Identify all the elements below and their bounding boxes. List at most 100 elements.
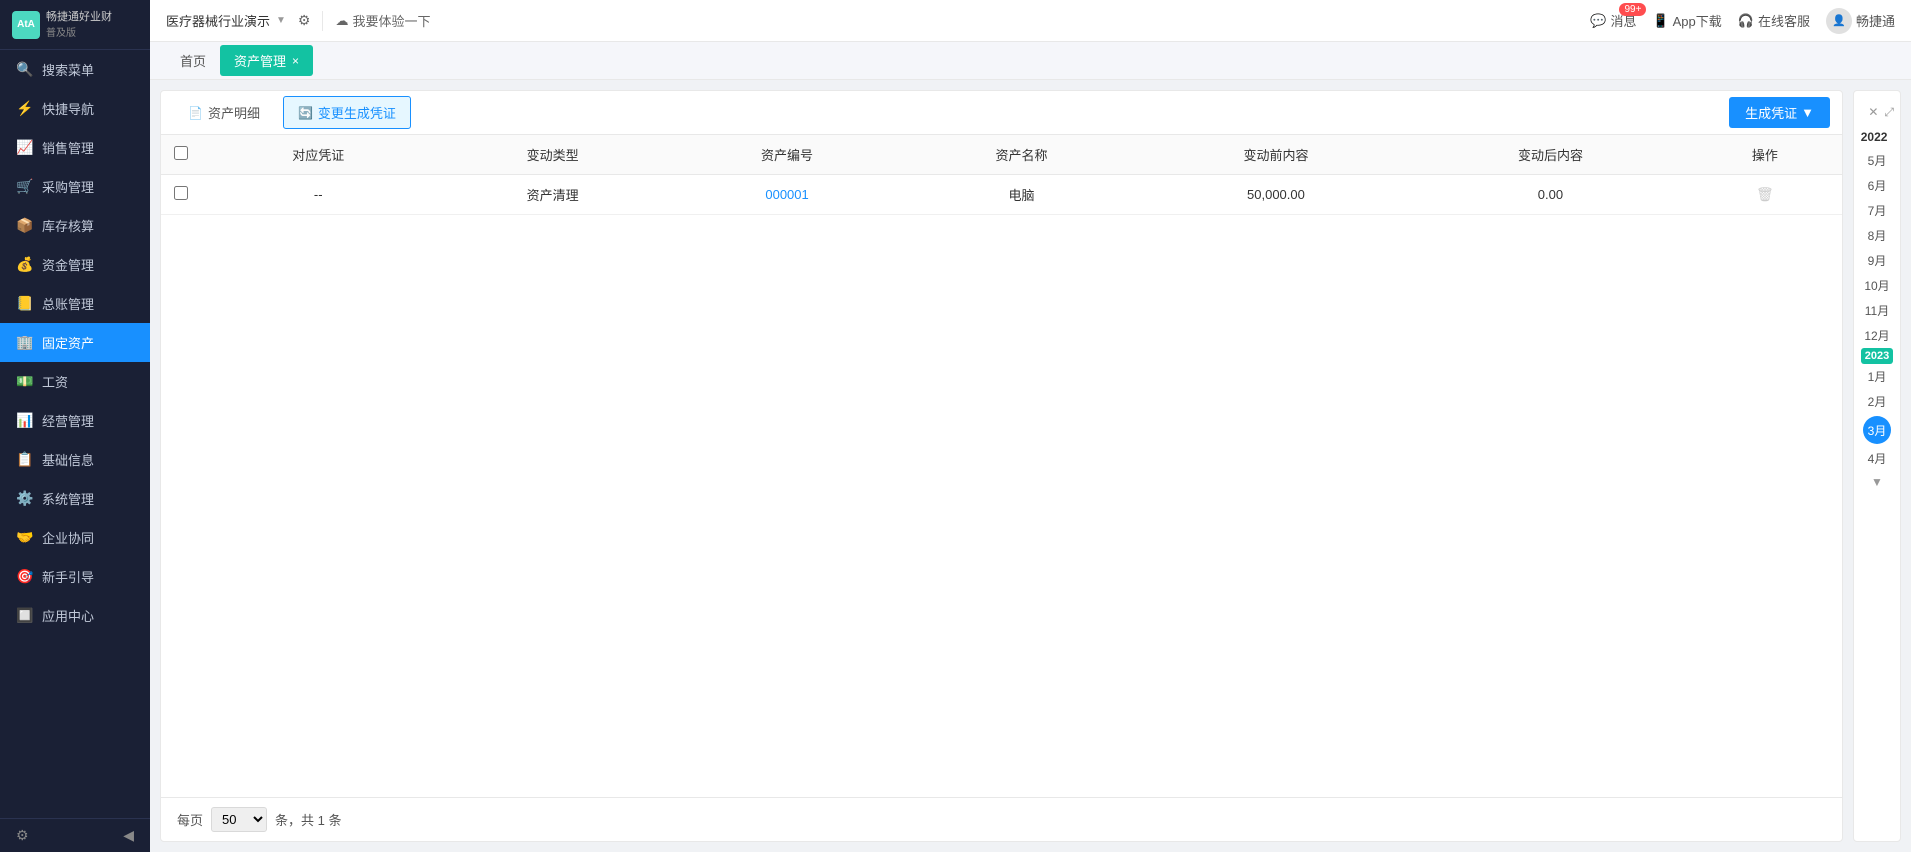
content-main: 📄 资产明细 🔄 变更生成凭证 生成凭证 ▼ (160, 90, 1843, 842)
sidebar-item-inventory[interactable]: 📦库存核算 (0, 206, 150, 245)
col-after: 变动后内容 (1413, 135, 1688, 175)
right-panel: ✕ ⤢ 20225月6月7月8月9月10月11月12月20231月2月3月4月 … (1853, 90, 1901, 842)
sidebar-item-quick-nav[interactable]: ⚡ 快捷导航 (0, 89, 150, 128)
row-change-type: 资产清理 (435, 175, 669, 215)
topbar-divider (322, 11, 323, 31)
month-item-2022-10月[interactable]: 10月 (1861, 273, 1893, 298)
month-item-2023-4月[interactable]: 4月 (1861, 446, 1893, 471)
sidebar: AtA 畅捷通好业财 普及版 🔍搜索菜单 ⚡ 快捷导航 📈 销售管理 🛒采购管理📦库存核算… (0, 0, 150, 852)
ledger-icon: 📒 (16, 295, 34, 312)
close-panel-icon[interactable]: ✕ (1866, 103, 1880, 122)
quick-nav-icon: ⚡ (16, 100, 34, 117)
app-download-icon: 📱 (1652, 13, 1668, 29)
sidebar-label-ledger: 总账管理 (42, 294, 94, 313)
cooperation-icon: 🤝 (16, 529, 34, 546)
user-profile[interactable]: 👤 畅捷通 (1826, 8, 1895, 34)
collapse-icon[interactable]: ◀ (123, 827, 134, 844)
avatar: 👤 (1826, 8, 1852, 34)
sidebar-item-app-center[interactable]: 🔲应用中心 (0, 596, 150, 635)
sidebar-label-system: 系统管理 (42, 489, 94, 508)
month-item-2022-12月[interactable]: 12月 (1861, 323, 1893, 348)
col-operation: 操作 (1688, 135, 1842, 175)
generate-voucher-button[interactable]: 生成凭证 ▼ (1729, 97, 1830, 128)
sidebar-label-sales: 销售管理 (42, 138, 94, 157)
sidebar-label-quick-nav: 快捷导航 (42, 99, 94, 118)
sub-tab-asset-detail[interactable]: 📄 资产明细 (173, 96, 275, 129)
month-item-2022-5月[interactable]: 5月 (1861, 148, 1893, 173)
sidebar-label-cooperation: 企业协同 (42, 528, 94, 547)
asset-detail-icon: 📄 (188, 106, 203, 120)
tab-asset-mgmt[interactable]: 资产管理 × (220, 45, 313, 76)
settings-bottom-icon[interactable]: ⚙ (16, 827, 29, 844)
sidebar-label-operations: 经营管理 (42, 411, 94, 430)
table-wrap: 对应凭证 变动类型 资产编号 资产名称 变动前内容 变动后内容 操作 -- (161, 135, 1842, 797)
main-area: 医疗器械行业演示 ▼ ⚙ ☁ 我要体验一下 💬 消息 99+ 📱 App下载 🎧… (150, 0, 1911, 852)
sub-tab-change-voucher[interactable]: 🔄 变更生成凭证 (283, 96, 411, 129)
experience-button[interactable]: ☁ 我要体验一下 (335, 11, 430, 30)
topbar-settings-icon[interactable]: ⚙ (298, 12, 311, 29)
col-asset-code: 资产编号 (670, 135, 904, 175)
sidebar-item-system[interactable]: ⚙️系统管理 (0, 479, 150, 518)
month-item-2022-7月[interactable]: 7月 (1861, 198, 1893, 223)
expand-panel-icon[interactable]: ⤢ (1882, 103, 1896, 122)
sidebar-label-guide: 新手引导 (42, 567, 94, 586)
service-icon: 🎧 (1738, 13, 1754, 29)
month-item-2023-1月[interactable]: 1月 (1861, 364, 1893, 389)
delete-row-icon[interactable]: 🗑 (1756, 186, 1774, 202)
sidebar-item-basic-info[interactable]: 📋基础信息 (0, 440, 150, 479)
dropdown-arrow-icon: ▼ (1801, 105, 1814, 120)
sidebar-label-salary: 工资 (42, 372, 68, 391)
per-page-select[interactable]: 50 20 100 (211, 807, 267, 832)
sidebar-item-purchase[interactable]: 🛒采购管理 (0, 167, 150, 206)
basic-info-icon: 📋 (16, 451, 34, 468)
company-name: 医疗器械行业演示 (166, 11, 270, 30)
month-list: 20225月6月7月8月9月10月11月12月20231月2月3月4月 (1861, 126, 1893, 471)
month-item-2023-3月[interactable]: 3月 (1863, 416, 1891, 444)
row-after: 0.00 (1413, 175, 1688, 215)
row-checkbox[interactable] (174, 186, 188, 200)
sidebar-item-fixed-assets[interactable]: 🏢 固定资产 (0, 323, 150, 362)
month-item-2023-2月[interactable]: 2月 (1861, 389, 1893, 414)
year-2023-label: 2023 (1861, 348, 1893, 364)
sidebar-item-salary[interactable]: 💵工资 (0, 362, 150, 401)
fixed-assets-icon: 🏢 (16, 334, 34, 351)
message-badge: 99+ (1619, 3, 1646, 16)
app-center-icon: 🔲 (16, 607, 34, 624)
month-item-2022-8月[interactable]: 8月 (1861, 223, 1893, 248)
tab-close-icon[interactable]: × (292, 54, 299, 68)
sidebar-item-sales[interactable]: 📈 销售管理 (0, 128, 150, 167)
sidebar-item-finance[interactable]: 💰资金管理 (0, 245, 150, 284)
select-all-cell (161, 135, 201, 175)
content-wrapper: 📄 资产明细 🔄 变更生成凭证 生成凭证 ▼ (150, 80, 1911, 852)
sidebar-item-operations[interactable]: 📊经营管理 (0, 401, 150, 440)
table-row: -- 资产清理 000001 电脑 50,000.00 0.00 🗑 (161, 175, 1842, 215)
tab-home[interactable]: 首页 (166, 45, 220, 76)
month-item-2022-9月[interactable]: 9月 (1861, 248, 1893, 273)
sidebar-item-cooperation[interactable]: 🤝 企业协同 (0, 518, 150, 557)
sidebar-logo: AtA 畅捷通好业财 普及版 (0, 0, 150, 50)
sales-icon: 📈 (16, 139, 34, 156)
logo-icon: AtA (12, 11, 40, 39)
app-download-action[interactable]: 📱 App下载 (1652, 11, 1721, 30)
row-checkbox-cell (161, 175, 201, 215)
sidebar-item-guide[interactable]: 🎯新手引导 (0, 557, 150, 596)
month-item-2022-11月[interactable]: 11月 (1861, 298, 1893, 323)
message-action[interactable]: 💬 消息 99+ (1590, 11, 1636, 30)
sidebar-item-ledger[interactable]: 📒 总账管理 (0, 284, 150, 323)
panel-header: ✕ ⤢ (1854, 99, 1900, 126)
logo-text: 畅捷通好业财 (46, 10, 112, 24)
col-asset-name: 资产名称 (904, 135, 1138, 175)
scroll-down-arrow-icon[interactable]: ▼ (1867, 471, 1887, 493)
row-operation: 🗑 (1688, 175, 1842, 215)
online-service-action[interactable]: 🎧 在线客服 (1738, 11, 1810, 30)
sidebar-item-search[interactable]: 🔍搜索菜单 (0, 50, 150, 89)
logo-sub: 普及版 (46, 24, 112, 39)
sidebar-label-fixed-assets: 固定资产 (42, 333, 94, 352)
select-all-checkbox[interactable] (174, 146, 188, 160)
message-icon: 💬 (1590, 13, 1606, 29)
row-asset-code: 000001 (670, 175, 904, 215)
company-selector[interactable]: 医疗器械行业演示 ▼ (166, 11, 286, 30)
inventory-icon: 📦 (16, 217, 34, 234)
purchase-icon: 🛒 (16, 178, 34, 195)
month-item-2022-6月[interactable]: 6月 (1861, 173, 1893, 198)
